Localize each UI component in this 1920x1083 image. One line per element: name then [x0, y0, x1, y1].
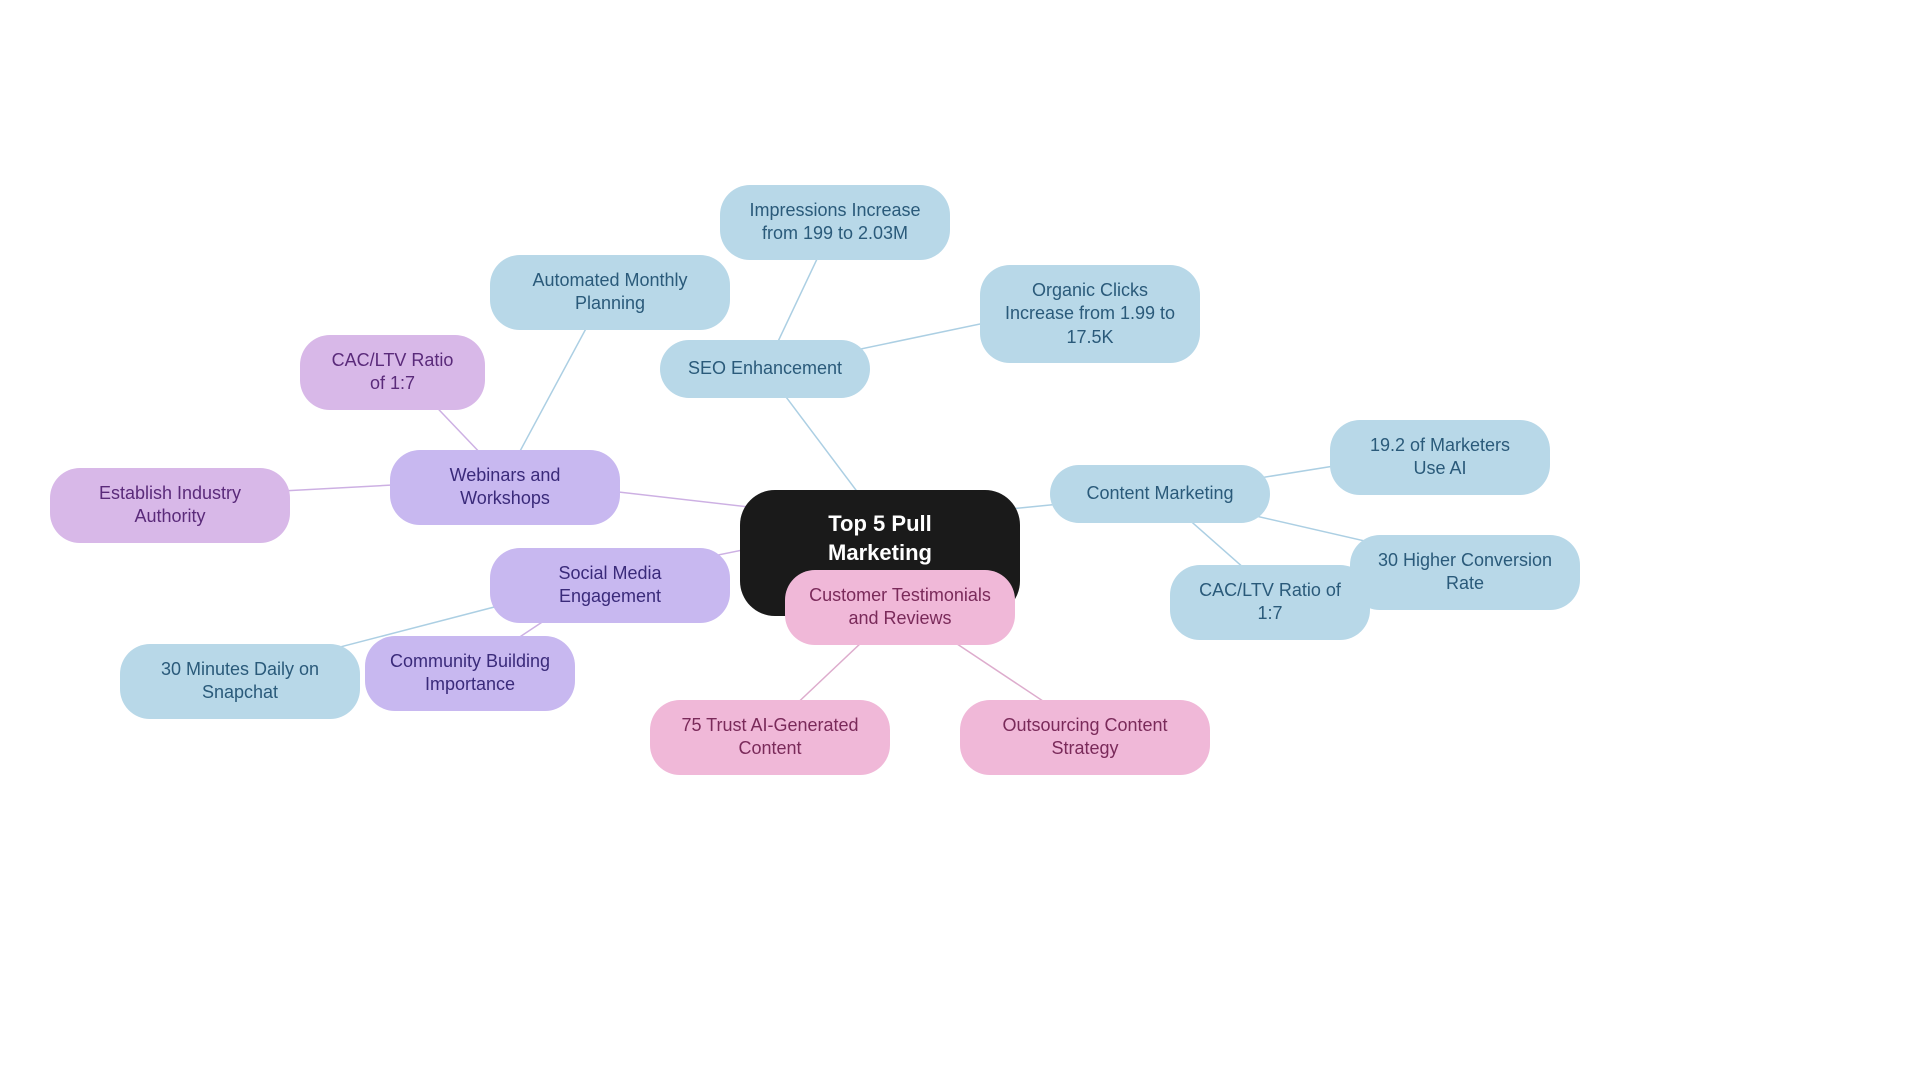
- node-seo: SEO Enhancement: [660, 340, 870, 398]
- node-establish: Establish Industry Authority: [50, 468, 290, 543]
- mind-map: Top 5 Pull Marketing StrategiesSEO Enhan…: [0, 0, 1920, 1083]
- node-trust_ai: 75 Trust AI-Generated Content: [650, 700, 890, 775]
- node-webinars: Webinars and Workshops: [390, 450, 620, 525]
- node-community: Community Building Importance: [365, 636, 575, 711]
- node-outsourcing: Outsourcing Content Strategy: [960, 700, 1210, 775]
- node-cac_ltv_left: CAC/LTV Ratio of 1:7: [300, 335, 485, 410]
- node-snapchat: 30 Minutes Daily on Snapchat: [120, 644, 360, 719]
- node-content_marketing: Content Marketing: [1050, 465, 1270, 523]
- node-organic: Organic Clicks Increase from 1.99 to 17.…: [980, 265, 1200, 363]
- node-impressions: Impressions Increase from 199 to 2.03M: [720, 185, 950, 260]
- node-automated: Automated Monthly Planning: [490, 255, 730, 330]
- node-marketers_ai: 19.2 of Marketers Use AI: [1330, 420, 1550, 495]
- node-testimonials: Customer Testimonials and Reviews: [785, 570, 1015, 645]
- node-cac_ltv_right: CAC/LTV Ratio of 1:7: [1170, 565, 1370, 640]
- node-conversion: 30 Higher Conversion Rate: [1350, 535, 1580, 610]
- node-social_media: Social Media Engagement: [490, 548, 730, 623]
